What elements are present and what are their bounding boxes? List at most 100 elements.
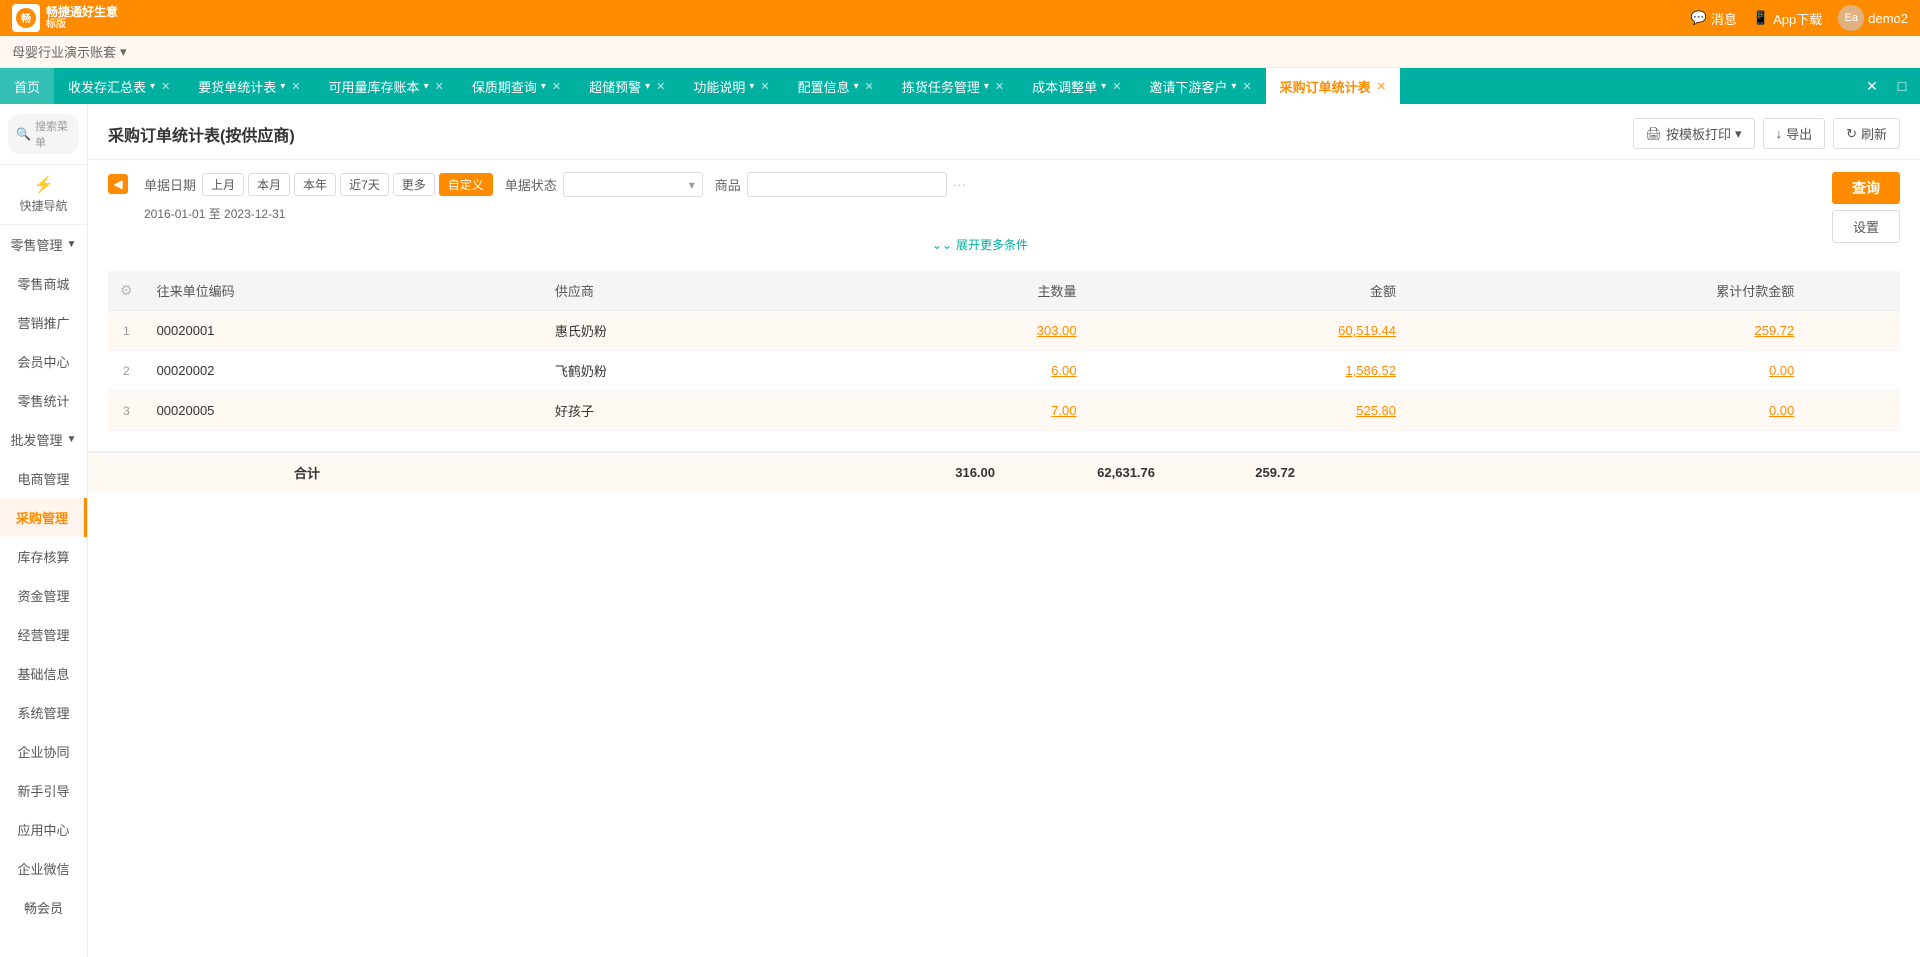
settings-button[interactable]: 设置 [1832, 210, 1900, 243]
row-num: 3 [108, 391, 145, 431]
sidebar-item-enterprise-coop[interactable]: 企业协同 [0, 732, 87, 771]
tab-receive-send[interactable]: 收发存汇总表 ▾ ✕ [54, 68, 184, 104]
tab-arrow: ▾ [150, 81, 155, 92]
refresh-button[interactable]: ↻ 刷新 [1833, 118, 1900, 149]
top-bar-right: 💬 消息 📱 App下载 Ea demo2 [1691, 5, 1908, 31]
lightning-icon: ⚡ [34, 175, 54, 195]
company-name: 母婴行业演示账套 [12, 42, 116, 61]
sidebar-item-enterprise-wechat[interactable]: 企业微信 [0, 849, 87, 888]
table-row: 1 00020001 惠氏奶粉 303.00 60,519.44 259.72 [108, 311, 1900, 351]
footer-label: 合计 [294, 463, 887, 482]
sidebar-item-marketing[interactable]: 营销推广 [0, 303, 87, 342]
tab-close-icon[interactable]: ✕ [865, 80, 874, 93]
footer-paid: 259.72 [1167, 465, 1307, 480]
message-button[interactable]: 💬 消息 [1691, 9, 1737, 28]
tab-requisition[interactable]: 要货单统计表 ▾ ✕ [184, 68, 314, 104]
nav-close-button[interactable]: ✕ [1858, 72, 1886, 100]
tab-home[interactable]: 首页 [0, 68, 54, 104]
sidebar-item-inventory[interactable]: 库存核算 [0, 537, 87, 576]
tab-available-stock[interactable]: 可用量库存账本 ▾ ✕ [315, 68, 458, 104]
sidebar-item-quick-nav[interactable]: ⚡ 快捷导航 [0, 169, 87, 220]
last-month-button[interactable]: 上月 [202, 173, 244, 196]
custom-date-button[interactable]: 自定义 [439, 173, 493, 196]
tab-config-info[interactable]: 配置信息 ▾ ✕ [784, 68, 888, 104]
tab-close-icon[interactable]: ✕ [552, 80, 561, 93]
tab-close-icon[interactable]: ✕ [995, 80, 1004, 93]
sidebar-item-purchase[interactable]: 采购管理 [0, 498, 87, 537]
logo-text: 畅捷通好生意 标版 [46, 5, 118, 31]
cell-code: 00020005 [145, 391, 543, 431]
tab-close-icon[interactable]: ✕ [161, 80, 170, 93]
tab-purchase-stat[interactable]: 采购订单统计表 ✕ [1266, 68, 1400, 104]
status-select[interactable] [563, 172, 703, 197]
cell-paid: 0.00 [1408, 351, 1806, 391]
last-7-days-button[interactable]: 近7天 [340, 173, 389, 196]
cell-extra [1806, 351, 1900, 391]
main-layout: 🔍 搜索菜单 ⚡ 快捷导航 零售管理 ▼ 零售商城 营销推广 [0, 104, 1920, 957]
sidebar-item-retail-mall[interactable]: 零售商城 [0, 264, 87, 303]
tab-expiry[interactable]: 保质期查询 ▾ ✕ [458, 68, 575, 104]
tab-overstock[interactable]: 超储预警 ▾ ✕ [575, 68, 679, 104]
sidebar-item-retail[interactable]: 零售管理 ▼ [0, 225, 87, 264]
message-icon: 💬 [1691, 10, 1707, 26]
sidebar-menu: 零售管理 ▼ 零售商城 营销推广 会员中心 零售统计 批发管理 ▼ [0, 225, 87, 957]
tab-pick-task[interactable]: 拣货任务管理 ▾ ✕ [888, 68, 1018, 104]
tab-close-icon[interactable]: ✕ [656, 80, 665, 93]
data-table: ⚙ 往来单位编码 供应商 主数量 金额 累计付款金额 1 00020001 [108, 271, 1900, 431]
query-button[interactable]: 查询 [1832, 172, 1900, 204]
expand-icon: ⌄⌄ [932, 238, 952, 252]
this-month-button[interactable]: 本月 [248, 173, 290, 196]
template-print-button[interactable]: 🖨 按模板打印 ▾ [1633, 118, 1755, 149]
more-date-button[interactable]: 更多 [393, 173, 435, 196]
date-buttons: 上月 本月 本年 近7天 更多 自定义 [202, 173, 493, 196]
company-selector[interactable]: 母婴行业演示账套 ▾ [12, 42, 127, 61]
sidebar: 🔍 搜索菜单 ⚡ 快捷导航 零售管理 ▼ 零售商城 营销推广 [0, 104, 88, 957]
sidebar-item-system[interactable]: 系统管理 [0, 693, 87, 732]
sidebar-item-wholesale[interactable]: 批发管理 ▼ [0, 420, 87, 459]
goods-input[interactable] [747, 172, 947, 197]
collapse-filter-button[interactable]: ◀ [108, 174, 128, 194]
table-header: ⚙ 往来单位编码 供应商 主数量 金额 累计付款金额 [108, 271, 1900, 311]
cell-paid: 0.00 [1408, 391, 1806, 431]
search-menu-button[interactable]: 🔍 搜索菜单 [8, 114, 79, 154]
sidebar-item-new-guide[interactable]: 新手引导 [0, 771, 87, 810]
expand-more-conditions[interactable]: ⌄⌄ 展开更多条件 [144, 230, 1816, 259]
this-year-button[interactable]: 本年 [294, 173, 336, 196]
export-button[interactable]: ↓ 导出 [1763, 118, 1826, 149]
cell-amount: 1,586.52 [1089, 351, 1409, 391]
tab-function-desc[interactable]: 功能说明 ▾ ✕ [679, 68, 783, 104]
logo-icon: 畅 [12, 4, 40, 32]
chevron-down-icon: ▼ [67, 434, 77, 445]
sidebar-item-member2[interactable]: 畅会员 [0, 888, 87, 927]
tab-cost-adjust[interactable]: 成本调整单 ▾ ✕ [1018, 68, 1135, 104]
nav-maximize-button[interactable]: □ [1888, 72, 1916, 100]
col-qty-header: 主数量 [840, 271, 1089, 311]
col-settings: ⚙ [108, 271, 145, 311]
col-supplier-header: 供应商 [543, 271, 840, 311]
sidebar-item-finance[interactable]: 资金管理 [0, 576, 87, 615]
sidebar-item-ecom[interactable]: 电商管理 [0, 459, 87, 498]
tab-close-icon[interactable]: ✕ [1242, 80, 1251, 93]
chevron-down-icon: ▼ [67, 239, 77, 250]
tab-close-icon[interactable]: ✕ [760, 80, 769, 93]
tab-arrow: ▾ [854, 81, 859, 92]
tab-close-icon[interactable]: ✕ [1112, 80, 1121, 93]
sidebar-item-app-center[interactable]: 应用中心 [0, 810, 87, 849]
tab-close-active-icon[interactable]: ✕ [1377, 80, 1386, 93]
user-area[interactable]: Ea demo2 [1838, 5, 1908, 31]
table-settings-icon[interactable]: ⚙ [120, 282, 133, 298]
tab-close-icon[interactable]: ✕ [291, 80, 300, 93]
status-label: 单据状态 [505, 175, 557, 194]
cell-amount: 525.80 [1089, 391, 1409, 431]
tab-invite-downstream[interactable]: 邀请下游客户 ▾ ✕ [1135, 68, 1265, 104]
sidebar-item-member[interactable]: 会员中心 [0, 342, 87, 381]
tab-close-icon[interactable]: ✕ [435, 80, 444, 93]
sidebar-item-operation[interactable]: 经营管理 [0, 615, 87, 654]
tab-arrow: ▾ [280, 81, 285, 92]
status-select-wrapper [563, 172, 703, 197]
cell-code: 00020001 [145, 311, 543, 351]
tab-arrow: ▾ [1231, 81, 1236, 92]
app-download-button[interactable]: 📱 App下载 [1753, 9, 1822, 28]
sidebar-item-retail-stat[interactable]: 零售统计 [0, 381, 87, 420]
sidebar-item-basic-info[interactable]: 基础信息 [0, 654, 87, 693]
